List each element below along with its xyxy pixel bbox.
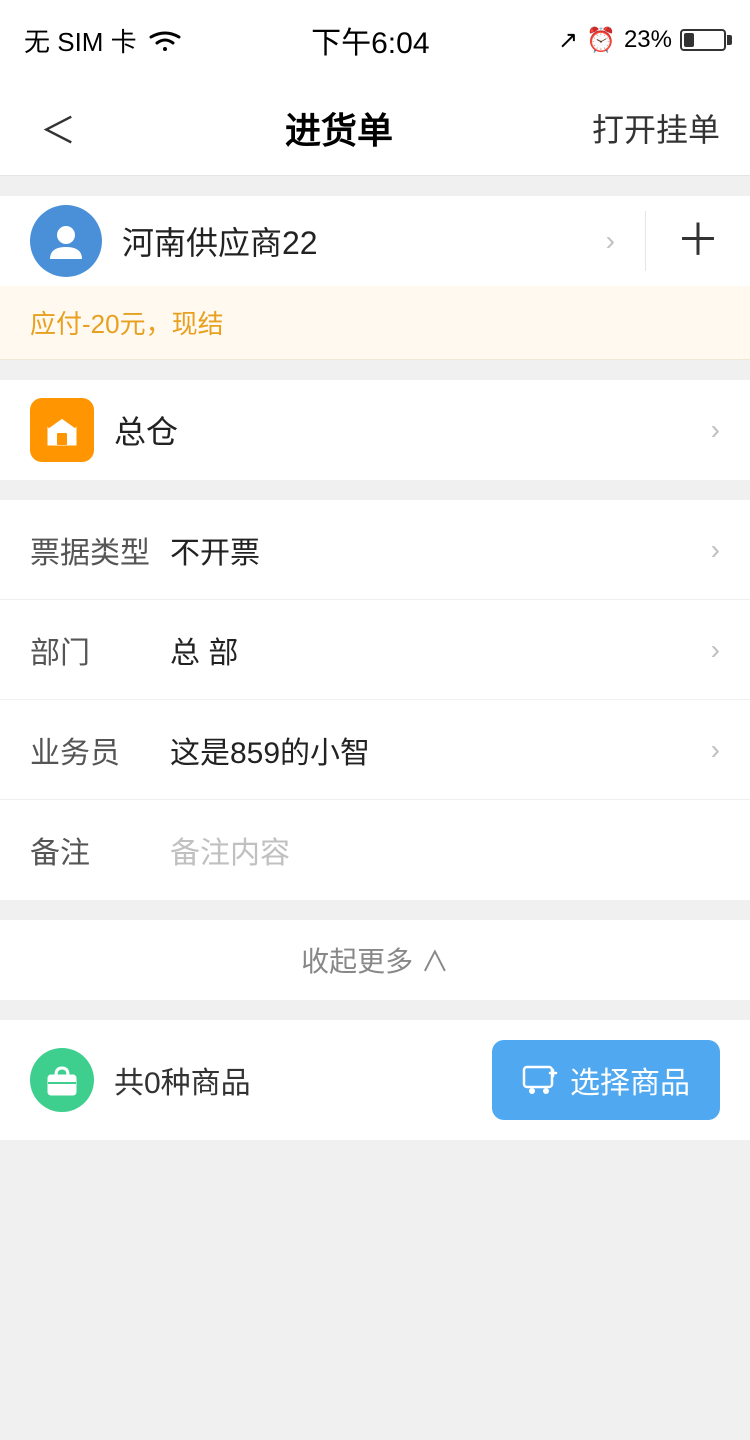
department-chevron-icon: › <box>711 634 720 666</box>
department-label: 部门 <box>30 628 170 672</box>
ticket-type-row[interactable]: 票据类型 不开票 › <box>0 500 750 600</box>
select-product-button[interactable]: 选择商品 <box>492 1040 720 1120</box>
supplier-avatar <box>30 205 102 277</box>
supplier-actions: › ＋ <box>606 211 720 271</box>
ticket-type-value: 不开票 <box>170 528 711 572</box>
warehouse-icon <box>43 411 81 449</box>
back-button[interactable]: ＜ <box>30 92 86 164</box>
collapse-label: 收起更多 ∧ <box>301 940 449 980</box>
salesman-value: 这是859的小智 <box>170 728 711 772</box>
warehouse-section[interactable]: 总仓 › <box>0 380 750 480</box>
form-section: 票据类型 不开票 › 部门 总 部 › 业务员 这是859的小智 › 备注 备注… <box>0 500 750 900</box>
location-icon: ↗ <box>558 26 578 55</box>
notice-bar: 应付-20元，现结 <box>0 286 750 360</box>
warehouse-icon-wrap <box>30 398 94 462</box>
product-count: 共0种商品 <box>114 1058 492 1102</box>
wifi-icon <box>147 27 183 53</box>
top-divider <box>0 176 750 196</box>
battery-percent: 23% <box>624 26 672 54</box>
page-title: 进货单 <box>285 102 393 154</box>
remark-input[interactable]: 备注内容 <box>170 828 720 872</box>
select-product-label: 选择商品 <box>570 1058 690 1102</box>
add-supplier-button[interactable]: ＋ <box>676 219 720 263</box>
supplier-section: 河南供应商22 › ＋ 应付-20元，现结 <box>0 196 750 360</box>
salesman-chevron-icon: › <box>711 734 720 766</box>
person-icon <box>46 221 86 261</box>
carrier-label: 无 SIM 卡 <box>24 22 137 59</box>
remark-label: 备注 <box>30 828 170 872</box>
remark-row[interactable]: 备注 备注内容 <box>0 800 750 900</box>
status-time: 下午6:04 <box>311 18 429 62</box>
ticket-type-label: 票据类型 <box>30 528 170 572</box>
battery-icon <box>680 29 726 51</box>
warehouse-name: 总仓 <box>114 407 711 453</box>
vertical-divider <box>645 211 646 271</box>
bottom-area <box>0 1140 750 1440</box>
status-right: ↗ ⏰ 23% <box>558 26 726 55</box>
nav-bar: ＜ 进货单 打开挂单 <box>0 80 750 176</box>
status-bar: 无 SIM 卡 下午6:04 ↗ ⏰ 23% <box>0 0 750 80</box>
ticket-type-chevron-icon: › <box>711 534 720 566</box>
collapse-row[interactable]: 收起更多 ∧ <box>0 920 750 1000</box>
notice-text: 应付-20元，现结 <box>30 309 224 339</box>
department-row[interactable]: 部门 总 部 › <box>0 600 750 700</box>
alarm-icon: ⏰ <box>586 26 616 55</box>
salesman-row[interactable]: 业务员 这是859的小智 › <box>0 700 750 800</box>
salesman-label: 业务员 <box>30 728 170 772</box>
warehouse-chevron-icon: › <box>711 414 720 446</box>
product-bar: 共0种商品 选择商品 <box>0 1020 750 1140</box>
cart-plus-icon <box>522 1065 558 1095</box>
supplier-chevron-icon: › <box>606 225 615 257</box>
open-pending-button[interactable]: 打开挂单 <box>592 105 720 151</box>
supplier-name: 河南供应商22 <box>122 218 606 264</box>
product-icon-wrap <box>30 1048 94 1112</box>
supplier-row[interactable]: 河南供应商22 › ＋ <box>0 196 750 286</box>
status-left: 无 SIM 卡 <box>24 22 183 59</box>
department-value: 总 部 <box>170 628 711 672</box>
product-bag-icon <box>43 1061 81 1099</box>
